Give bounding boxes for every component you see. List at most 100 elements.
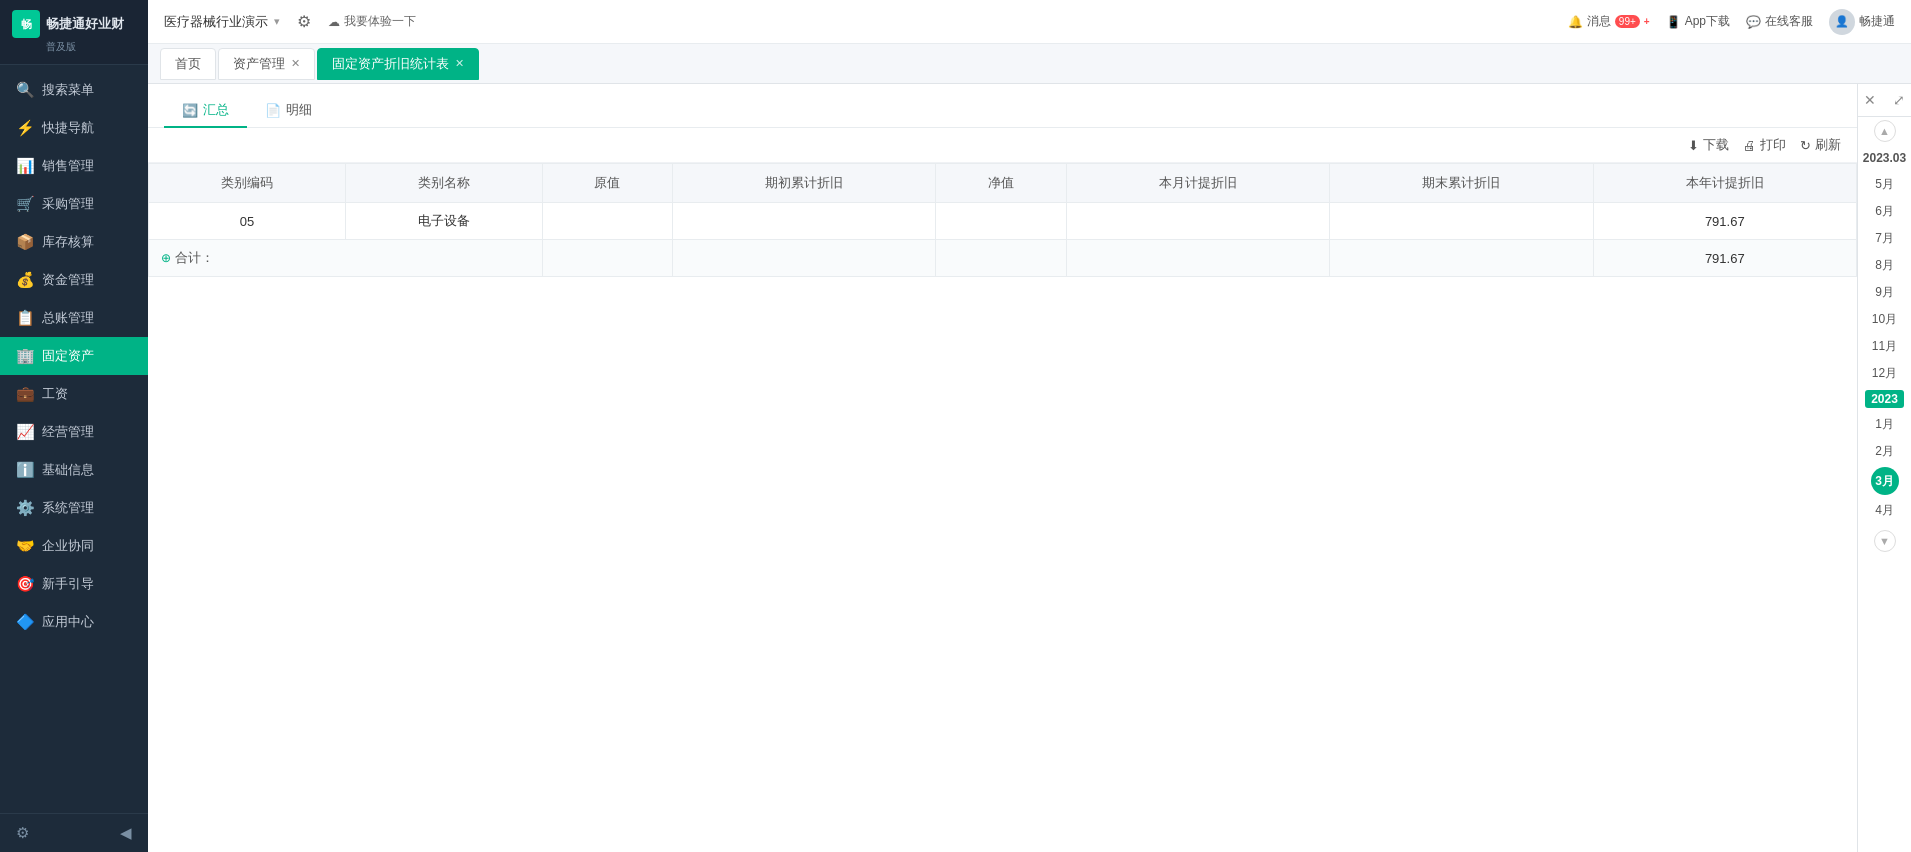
sub-tab-summary[interactable]: 🔄 汇总 (164, 94, 247, 128)
company-name: 医疗器械行业演示 (164, 13, 268, 31)
experience-icon: ☁ (328, 15, 340, 29)
sidebar-item-salary[interactable]: 💼 工资 (0, 375, 148, 413)
sidebar-item-label: 采购管理 (42, 195, 94, 213)
nav-down-button[interactable]: ▼ (1874, 530, 1896, 552)
edition-label: 普及版 (46, 40, 76, 54)
download-button[interactable]: ⬇ 下载 (1688, 136, 1729, 154)
month-5[interactable]: 5月 (1858, 171, 1911, 198)
sidebar-item-inventory[interactable]: 📦 库存核算 (0, 223, 148, 261)
month-10[interactable]: 10月 (1858, 306, 1911, 333)
sidebar-item-basicinfo[interactable]: ℹ️ 基础信息 (0, 451, 148, 489)
th-category-code: 类别编码 (149, 164, 346, 203)
sum-annual-depreciation: 791.67 (1593, 240, 1856, 277)
nav-up-button[interactable]: ▲ (1874, 120, 1896, 142)
sum-expand-icon[interactable]: ⊕ (161, 251, 171, 265)
right-panel-expand-icon[interactable]: ⤢ (1893, 92, 1905, 108)
app-download-button[interactable]: 📱 App下载 (1666, 13, 1730, 30)
sidebar-item-system[interactable]: ⚙️ 系统管理 (0, 489, 148, 527)
tab-assets-close-icon[interactable]: ✕ (291, 57, 300, 70)
sub-tab-detail-label: 明细 (286, 101, 312, 119)
sidebar-settings-icon[interactable]: ⚙ (16, 824, 29, 842)
th-period-accumulated: 期初累计折旧 (673, 164, 936, 203)
management-icon: 📈 (16, 423, 34, 441)
sum-period-end-accumulated (1330, 240, 1593, 277)
funds-icon: 💰 (16, 271, 34, 289)
sidebar-item-fixedassets[interactable]: 🏢 固定资产 (0, 337, 148, 375)
appcenter-icon: 🔷 (16, 613, 34, 631)
sidebar-item-label: 快捷导航 (42, 119, 94, 137)
sidebar-item-management[interactable]: 📈 经营管理 (0, 413, 148, 451)
tab-assets[interactable]: 资产管理 ✕ (218, 48, 315, 80)
logo-row: 畅 畅捷通好业财 (12, 10, 124, 38)
header-settings-button[interactable]: ⚙ (290, 8, 318, 36)
month-2023-3-selected[interactable]: 3月 (1871, 467, 1899, 495)
sidebar-item-label: 系统管理 (42, 499, 94, 517)
nav-down-icon: ▼ (1879, 535, 1890, 547)
right-panel: ✕ ⤢ ▲ 2023.03 5月 6月 7月 8月 9月 10月 11月 12月… (1857, 84, 1911, 852)
month-2023-2[interactable]: 2月 (1858, 438, 1911, 465)
download-icon: 📱 (1666, 15, 1681, 29)
right-panel-close-icon[interactable]: ✕ (1864, 92, 1876, 108)
current-year-badge: 2023 (1865, 390, 1904, 408)
right-panel-header: ✕ ⤢ (1858, 84, 1911, 117)
sidebar-item-label: 库存核算 (42, 233, 94, 251)
logo-text: 畅捷通好业财 (46, 15, 124, 33)
content-body: 🔄 汇总 📄 明细 ⬇ 下载 🖨 打印 (148, 84, 1911, 852)
sidebar-item-label: 搜索菜单 (42, 81, 94, 99)
tab-depreciation[interactable]: 固定资产折旧统计表 ✕ (317, 48, 479, 80)
service-icon: 💬 (1746, 15, 1761, 29)
top-header: 医疗器械行业演示 ▾ ⚙ ☁ 我要体验一下 🔔 消息 99+ + 📱 App下载 (148, 0, 1911, 44)
sidebar-item-label: 工资 (42, 385, 68, 403)
experience-button[interactable]: ☁ 我要体验一下 (328, 13, 416, 30)
month-2023-4[interactable]: 4月 (1858, 497, 1911, 524)
quicknav-icon: ⚡ (16, 119, 34, 137)
sidebar-item-search[interactable]: 🔍 搜索菜单 (0, 71, 148, 109)
sidebar-item-label: 资金管理 (42, 271, 94, 289)
th-category-name: 类别名称 (345, 164, 542, 203)
sidebar-item-label: 销售管理 (42, 157, 94, 175)
sub-tabs: 🔄 汇总 📄 明细 (148, 84, 1857, 128)
online-service-button[interactable]: 💬 在线客服 (1746, 13, 1813, 30)
inventory-icon: 📦 (16, 233, 34, 251)
enterprise-icon: 🤝 (16, 537, 34, 555)
month-8[interactable]: 8月 (1858, 252, 1911, 279)
month-2023-1[interactable]: 1月 (1858, 411, 1911, 438)
notifications-button[interactable]: 🔔 消息 99+ + (1568, 13, 1650, 30)
user-profile[interactable]: 👤 畅捷通 (1829, 9, 1895, 35)
refresh-button[interactable]: ↻ 刷新 (1800, 136, 1841, 154)
sidebar-item-label: 新手引导 (42, 575, 94, 593)
sub-tab-detail[interactable]: 📄 明细 (247, 94, 330, 128)
sidebar-item-purchase[interactable]: 🛒 采购管理 (0, 185, 148, 223)
month-11[interactable]: 11月 (1858, 333, 1911, 360)
sidebar-item-sales[interactable]: 📊 销售管理 (0, 147, 148, 185)
sidebar-item-guide[interactable]: 🎯 新手引导 (0, 565, 148, 603)
purchase-icon: 🛒 (16, 195, 34, 213)
sidebar-item-quicknav[interactable]: ⚡ 快捷导航 (0, 109, 148, 147)
sidebar-item-label: 固定资产 (42, 347, 94, 365)
sum-row: ⊕ 合计： 791.67 (149, 240, 1857, 277)
month-9[interactable]: 9月 (1858, 279, 1911, 306)
company-selector[interactable]: 医疗器械行业演示 ▾ (164, 13, 280, 31)
app-download-label: App下载 (1685, 13, 1730, 30)
download-icon: ⬇ (1688, 138, 1699, 153)
month-7[interactable]: 7月 (1858, 225, 1911, 252)
sum-label-text: 合计： (175, 249, 214, 267)
sidebar-item-enterprise[interactable]: 🤝 企业协同 (0, 527, 148, 565)
month-12[interactable]: 12月 (1858, 360, 1911, 387)
sidebar: 畅 畅捷通好业财 普及版 🔍 搜索菜单 ⚡ 快捷导航 📊 销售管理 🛒 采购管理… (0, 0, 148, 852)
th-period-end-accumulated: 期末累计折旧 (1330, 164, 1593, 203)
tab-depreciation-close-icon[interactable]: ✕ (455, 57, 464, 70)
sidebar-item-ledger[interactable]: 📋 总账管理 (0, 299, 148, 337)
logo-icon: 畅 (12, 10, 40, 38)
basicinfo-icon: ℹ️ (16, 461, 34, 479)
sum-monthly-depreciation (1066, 240, 1329, 277)
sidebar-collapse-icon[interactable]: ◀ (120, 824, 132, 842)
sidebar-item-appcenter[interactable]: 🔷 应用中心 (0, 603, 148, 641)
sidebar-item-funds[interactable]: 💰 资金管理 (0, 261, 148, 299)
sum-label-cell: ⊕ 合计： (149, 240, 543, 277)
nav-up-icon: ▲ (1879, 125, 1890, 137)
sum-original-value (542, 240, 672, 277)
month-6[interactable]: 6月 (1858, 198, 1911, 225)
print-button[interactable]: 🖨 打印 (1743, 136, 1786, 154)
tab-home[interactable]: 首页 (160, 48, 216, 80)
